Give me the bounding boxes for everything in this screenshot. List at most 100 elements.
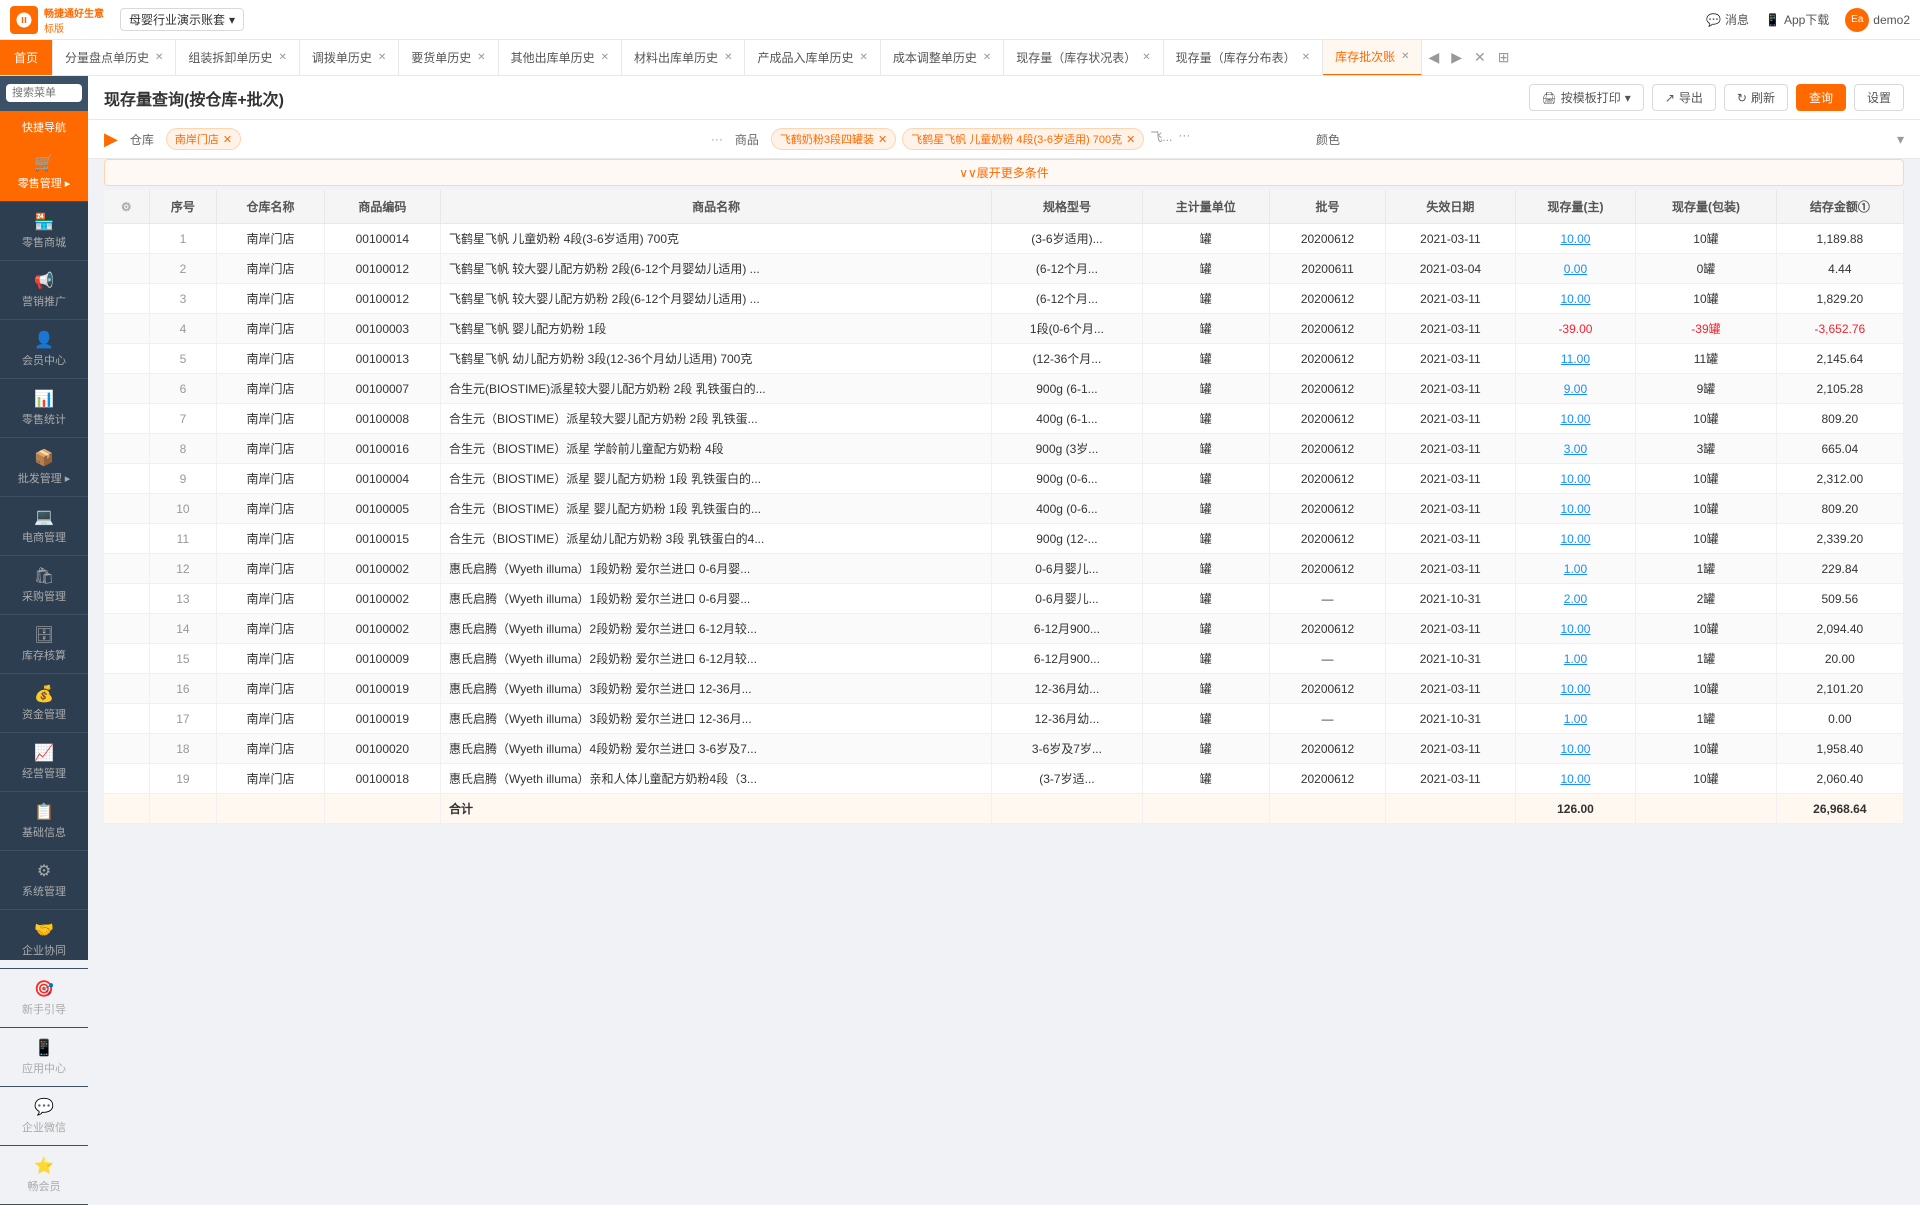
app-download-action[interactable]: 📱 App下载 — [1765, 11, 1829, 28]
cell-idx: 8 — [149, 434, 217, 464]
user-action[interactable]: Ea demo2 — [1845, 8, 1910, 32]
sidebar-item-appcenter[interactable]: 📱 应用中心 — [0, 1028, 88, 1087]
tab-xiankufenbu[interactable]: 现存量（库存分布表） ✕ — [1164, 40, 1323, 76]
cell-stockmain[interactable]: 10.00 — [1515, 764, 1636, 794]
sidebar-item-wholesale[interactable]: 📦 批发管理 ▸ — [0, 438, 88, 497]
expand-more-conditions[interactable]: ∨∨ 展开更多条件 — [104, 159, 1904, 186]
more-warehouse[interactable]: ··· — [711, 132, 723, 146]
cell-stockmain[interactable]: 10.00 — [1515, 614, 1636, 644]
more-product[interactable]: 飞... — [1150, 128, 1172, 150]
col-settings[interactable]: ⚙ — [104, 190, 149, 224]
sidebar-item-finance[interactable]: 💰 资金管理 — [0, 674, 88, 733]
cell-stockmain[interactable]: 10.00 — [1515, 224, 1636, 254]
close-icon[interactable]: ✕ — [601, 52, 609, 63]
cell-stockmain[interactable]: 10.00 — [1515, 464, 1636, 494]
nav-expand-icon[interactable]: ⊞ — [1492, 49, 1516, 66]
search-menu-input[interactable] — [6, 84, 82, 102]
settings-button[interactable]: 设置 — [1854, 84, 1904, 111]
tab-qitachuku[interactable]: 其他出库单历史 ✕ — [499, 40, 622, 76]
table-row: 7 南岸门店 00100008 合生元（BIOSTIME）派星较大婴儿配方奶粉 … — [104, 404, 1904, 434]
sidebar-item-changhui[interactable]: ⭐ 畅会员 — [0, 1146, 88, 1205]
sidebar-item-basic[interactable]: 📋 基础信息 — [0, 792, 88, 851]
nav-left-arrow[interactable]: ◀ — [1422, 49, 1445, 66]
cell-stockmain[interactable]: 10.00 — [1515, 674, 1636, 704]
sidebar-item-system[interactable]: ⚙ 系统管理 — [0, 851, 88, 910]
tab-cailiaochuku[interactable]: 材料出库单历史 ✕ — [622, 40, 745, 76]
close-icon[interactable]: ✕ — [155, 52, 163, 63]
remove-product-tag-1[interactable]: ✕ — [878, 133, 887, 146]
nav-close-all[interactable]: ✕ — [1468, 49, 1492, 66]
close-icon[interactable]: ✕ — [1302, 52, 1310, 63]
sidebar-item-mall[interactable]: 🏪 零售商城 — [0, 202, 88, 261]
cell-stockmain[interactable]: 10.00 — [1515, 524, 1636, 554]
cell-unit: 罐 — [1142, 344, 1269, 374]
close-icon[interactable]: ✕ — [278, 52, 286, 63]
content-area: 现存量查询(按仓库+批次) 🖨 按模板打印 ▾ ↗ 导出 ↻ 刷新 查询 — [88, 76, 1920, 960]
cell-code: 00100002 — [324, 614, 440, 644]
sidebar-item-member[interactable]: 👤 会员中心 — [0, 320, 88, 379]
cell-stockmain[interactable]: -39.00 — [1515, 314, 1636, 344]
tab-home[interactable]: 首页 — [0, 40, 53, 76]
close-icon[interactable]: ✕ — [477, 52, 485, 63]
cell-stockmain[interactable]: 1.00 — [1515, 704, 1636, 734]
cell-name: 惠氏启腾（Wyeth illuma）3段奶粉 爱尔兰进口 12-36月... — [440, 704, 991, 734]
cell-stockmain[interactable]: 1.00 — [1515, 644, 1636, 674]
sidebar-item-operation[interactable]: 📈 经营管理 — [0, 733, 88, 792]
refresh-icon: ↻ — [1737, 91, 1747, 105]
settings-icon[interactable]: ⚙ — [121, 200, 132, 214]
close-icon[interactable]: ✕ — [983, 52, 991, 63]
export-button[interactable]: ↗ 导出 — [1652, 84, 1716, 111]
sidebar-item-inventory[interactable]: 🗄 库存核算 — [0, 615, 88, 674]
tab-xiankunzhuangtai[interactable]: 现存量（库存状况表） ✕ — [1004, 40, 1163, 76]
search-menu-item[interactable] — [0, 76, 88, 111]
cell-idx: 14 — [149, 614, 217, 644]
sidebar-item-ecommerce[interactable]: 💻 电商管理 — [0, 497, 88, 556]
cell-stockpkg: 2罐 — [1636, 584, 1776, 614]
chevron-down-icon[interactable]: ▾ — [1897, 131, 1904, 148]
tab-diaobodanhistory[interactable]: 调拨单历史 ✕ — [300, 40, 399, 76]
query-button[interactable]: 查询 — [1796, 84, 1846, 111]
cell-stockmain[interactable]: 1.00 — [1515, 554, 1636, 584]
close-icon[interactable]: ✕ — [1401, 51, 1409, 62]
tab-fenliangpandian[interactable]: 分量盘点单历史 ✕ — [53, 40, 176, 76]
remove-product-tag-2[interactable]: ✕ — [1126, 133, 1135, 146]
tab-kucunpicizh[interactable]: 库存批次账 ✕ — [1323, 40, 1422, 76]
sidebar-item-purchase[interactable]: 🛍 采购管理 — [0, 556, 88, 615]
quick-nav[interactable]: 快捷导航 — [0, 111, 88, 143]
cell-expiry: 2021-03-11 — [1386, 764, 1516, 794]
cell-stockmain[interactable]: 10.00 — [1515, 494, 1636, 524]
refresh-button[interactable]: ↻ 刷新 — [1724, 84, 1788, 111]
cell-idx: 12 — [149, 554, 217, 584]
close-icon[interactable]: ✕ — [724, 52, 732, 63]
tab-chenbenhistory[interactable]: 成本调整单历史 ✕ — [881, 40, 1004, 76]
close-icon[interactable]: ✕ — [378, 52, 386, 63]
sidebar-item-guide[interactable]: 🎯 新手引导 — [0, 969, 88, 1028]
cell-stockmain[interactable]: 10.00 — [1515, 404, 1636, 434]
sidebar-item-marketing[interactable]: 📢 营销推广 — [0, 261, 88, 320]
cell-spec: (3-7岁适... — [992, 764, 1142, 794]
sidebar-item-wechat[interactable]: 💬 企业微信 — [0, 1087, 88, 1146]
tab-zuzhangchaijian[interactable]: 组装拆卸单历史 ✕ — [176, 40, 299, 76]
tab-yaohuo[interactable]: 要货单历史 ✕ — [399, 40, 498, 76]
filter-expand-arrow[interactable]: ▶ — [104, 129, 118, 150]
sidebar-item-collab[interactable]: 🤝 企业协同 — [0, 910, 88, 969]
cell-stockmain[interactable]: 2.00 — [1515, 584, 1636, 614]
remove-warehouse-tag[interactable]: ✕ — [223, 133, 232, 146]
cell-stockmain[interactable]: 9.00 — [1515, 374, 1636, 404]
tab-chanchengpinruku[interactable]: 产成品入库单历史 ✕ — [745, 40, 880, 76]
page-actions: 🖨 按模板打印 ▾ ↗ 导出 ↻ 刷新 查询 设置 — [1529, 84, 1904, 111]
cell-stockmain[interactable]: 11.00 — [1515, 344, 1636, 374]
sidebar-item-retail-stats[interactable]: 📊 零售统计 — [0, 379, 88, 438]
close-icon[interactable]: ✕ — [1142, 52, 1150, 63]
close-icon[interactable]: ✕ — [859, 52, 867, 63]
more-product-dots[interactable]: ··· — [1178, 128, 1190, 150]
sidebar-item-retail[interactable]: 🛒 零售管理 ▸ — [0, 143, 88, 202]
cell-stockmain[interactable]: 3.00 — [1515, 434, 1636, 464]
cell-stockmain[interactable]: 10.00 — [1515, 734, 1636, 764]
cell-stockmain[interactable]: 0.00 — [1515, 254, 1636, 284]
org-select[interactable]: 母婴行业演示账套 ▾ — [120, 8, 244, 31]
print-button[interactable]: 🖨 按模板打印 ▾ — [1529, 84, 1644, 111]
cell-stockmain[interactable]: 10.00 — [1515, 284, 1636, 314]
nav-right-arrow[interactable]: ▶ — [1445, 49, 1468, 66]
message-action[interactable]: 💬 消息 — [1706, 11, 1749, 28]
